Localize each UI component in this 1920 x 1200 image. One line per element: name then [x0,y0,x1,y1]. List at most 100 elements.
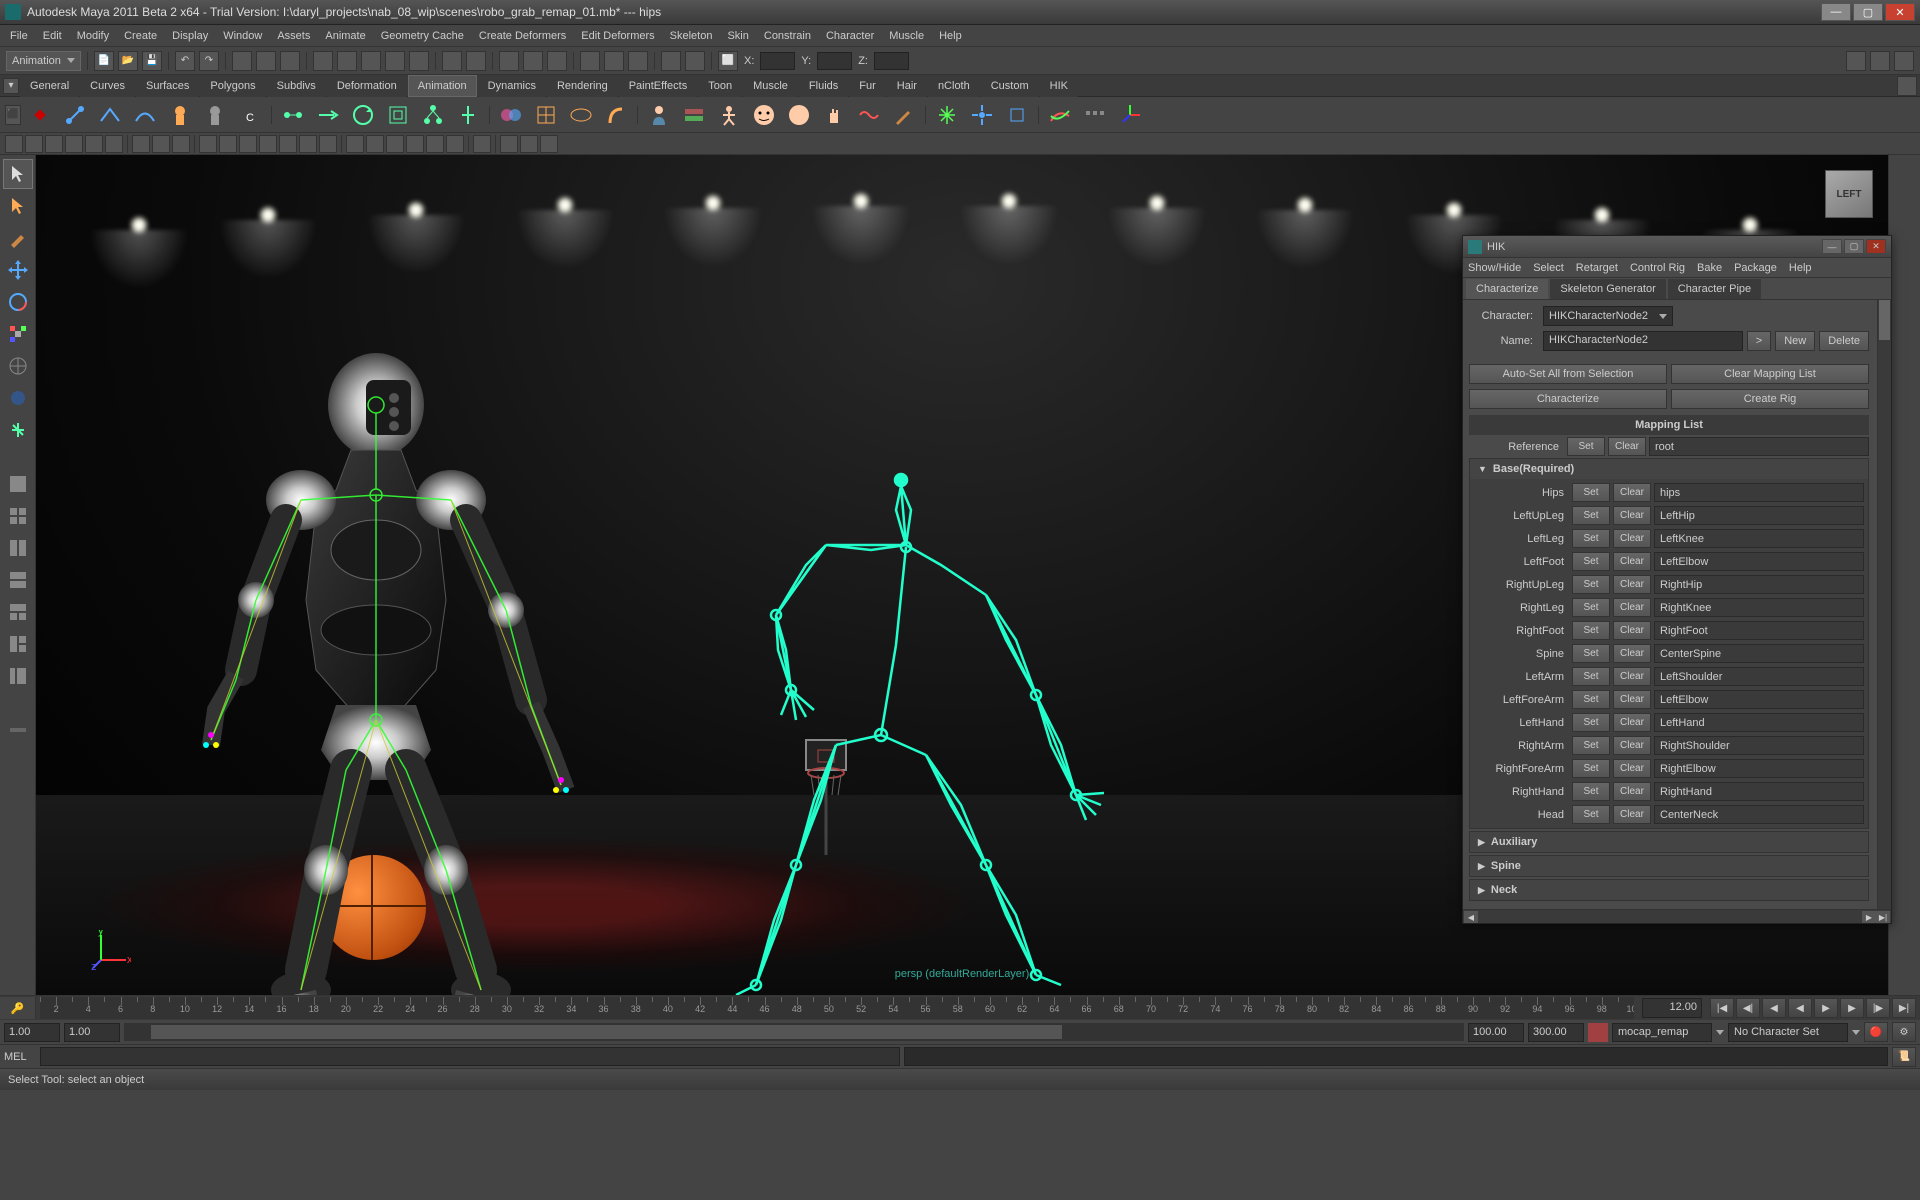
blend-shape-icon[interactable] [495,99,527,131]
shelf-tab-animation[interactable]: Animation [408,75,477,97]
hik-menu-help[interactable]: Help [1789,262,1812,274]
shelf-tab-muscle[interactable]: Muscle [743,75,798,97]
menu-animate[interactable]: Animate [318,27,372,45]
lasso-tool[interactable] [3,191,33,221]
section-auxiliary[interactable]: ▶Auxiliary [1470,832,1868,852]
name-input[interactable]: HIKCharacterNode2 [1543,331,1743,351]
hik-maximize-button[interactable]: ▢ [1844,239,1864,254]
nonlinear-bend-icon[interactable] [600,99,632,131]
range-slider[interactable] [124,1023,1464,1041]
createrig-button[interactable]: Create Rig [1671,389,1869,409]
minimize-button[interactable]: — [1821,3,1851,21]
hik-menu-controlrig[interactable]: Control Rig [1630,262,1685,274]
shelf-tab-ncloth[interactable]: nCloth [928,75,980,97]
shelf-menu-icon[interactable]: ▾ [3,78,19,94]
panel-bookmark-icon[interactable] [152,135,170,153]
snap-live-icon[interactable] [409,51,429,71]
shelf-tab-general[interactable]: General [20,75,79,97]
quick-layout-1-icon[interactable] [580,51,600,71]
mode-selector[interactable]: Animation [6,51,81,71]
shelf-tab-subdivs[interactable]: Subdivs [267,75,326,97]
history-on-icon[interactable] [466,51,486,71]
section-spine[interactable]: ▶Spine [1470,856,1868,876]
shelf-tab-fur[interactable]: Fur [849,75,886,97]
open-scene-icon[interactable]: 📂 [118,51,138,71]
map-value[interactable]: LeftHand [1654,713,1864,732]
play-forward-button[interactable]: ▶ [1814,998,1838,1018]
render-icon[interactable] [499,51,519,71]
menu-create[interactable]: Create [117,27,164,45]
panel-shading-icon[interactable] [25,135,43,153]
layout-three-left-icon[interactable] [3,629,33,659]
panel-hq-icon[interactable] [446,135,464,153]
shelf-tab-hik[interactable]: HIK [1040,75,1078,97]
ipr-render-icon[interactable] [523,51,543,71]
undo-icon[interactable]: ↶ [175,51,195,71]
map-value[interactable]: RightKnee [1654,598,1864,617]
panel-field-chart-icon[interactable] [279,135,297,153]
map-set-button[interactable]: Set [1572,690,1610,709]
time-slider[interactable]: 2468101214161820222426283032343638404244… [40,997,1634,1019]
map-value[interactable]: LeftKnee [1654,529,1864,548]
shelf-tab-polygons[interactable]: Polygons [200,75,265,97]
pole-vector-icon[interactable] [452,99,484,131]
paint-icon[interactable] [888,99,920,131]
set-key-icon[interactable] [24,99,56,131]
map-clear-button[interactable]: Clear [1613,483,1651,502]
chevron-down-icon[interactable] [1852,1030,1860,1035]
sidebar-toggle-2-icon[interactable] [1870,51,1890,71]
command-input[interactable] [40,1047,900,1066]
hscroll-end-icon[interactable]: ▶| [1876,911,1890,923]
z-field[interactable] [874,52,909,70]
menu-edit-deformers[interactable]: Edit Deformers [574,27,661,45]
panel-isolate-icon[interactable] [473,135,491,153]
shelf-tab-curves[interactable]: Curves [80,75,135,97]
menu-constrain[interactable]: Constrain [757,27,818,45]
new-scene-icon[interactable]: 📄 [94,51,114,71]
maximize-button[interactable]: ▢ [1853,3,1883,21]
map-value[interactable]: RightElbow [1654,759,1864,778]
map-set-button[interactable]: Set [1572,805,1610,824]
map-set-button[interactable]: Set [1572,759,1610,778]
hand-icon[interactable] [818,99,850,131]
wrap-icon[interactable] [565,99,597,131]
menu-help[interactable]: Help [932,27,969,45]
map-clear-button[interactable]: Clear [1613,667,1651,686]
show-manip-tool[interactable] [3,415,33,445]
menu-display[interactable]: Display [165,27,215,45]
map-clear-button[interactable]: Clear [1613,575,1651,594]
map-value[interactable]: LeftShoulder [1654,667,1864,686]
cmd-label[interactable]: MEL [4,1051,36,1063]
lattice-icon[interactable] [530,99,562,131]
step-back-button[interactable]: ◀ [1762,998,1786,1018]
map-set-button[interactable]: Set [1572,575,1610,594]
menu-skeleton[interactable]: Skeleton [663,27,720,45]
snap-point-icon[interactable] [361,51,381,71]
hik-menu-showhide[interactable]: Show/Hide [1468,262,1521,274]
map-clear-button[interactable]: Clear [1613,598,1651,617]
step-back-key-button[interactable]: ◀| [1736,998,1760,1018]
map-clear-button[interactable]: Clear [1613,506,1651,525]
trax-icon[interactable] [678,99,710,131]
menu-character[interactable]: Character [819,27,881,45]
layout-single-icon[interactable] [3,469,33,499]
soft-mod-tool[interactable] [3,383,33,413]
hik-vscroll[interactable] [1877,300,1891,909]
shelf-options-icon[interactable]: ⬛ [5,105,21,125]
panel-textured-icon[interactable] [386,135,404,153]
hscroll-right-icon[interactable]: ▶ [1862,911,1876,923]
panel-shadows-icon[interactable] [426,135,444,153]
prefs-button[interactable]: ⚙ [1892,1022,1916,1042]
map-value[interactable]: RightShoulder [1654,736,1864,755]
characterize-button[interactable]: Characterize [1469,389,1667,409]
graph-editor-icon[interactable] [1044,99,1076,131]
character-dropdown[interactable]: HIKCharacterNode2 [1543,306,1673,326]
anim-start-field[interactable]: 1.00 [4,1023,60,1042]
close-button[interactable]: ✕ [1885,3,1915,21]
playback-start-field[interactable]: 1.00 [64,1023,120,1042]
scale-constraint-icon[interactable] [382,99,414,131]
panel-image-plane-icon[interactable] [172,135,190,153]
panel-camera-icon[interactable] [132,135,150,153]
menu-skin[interactable]: Skin [720,27,755,45]
layout-four-icon[interactable] [3,501,33,531]
